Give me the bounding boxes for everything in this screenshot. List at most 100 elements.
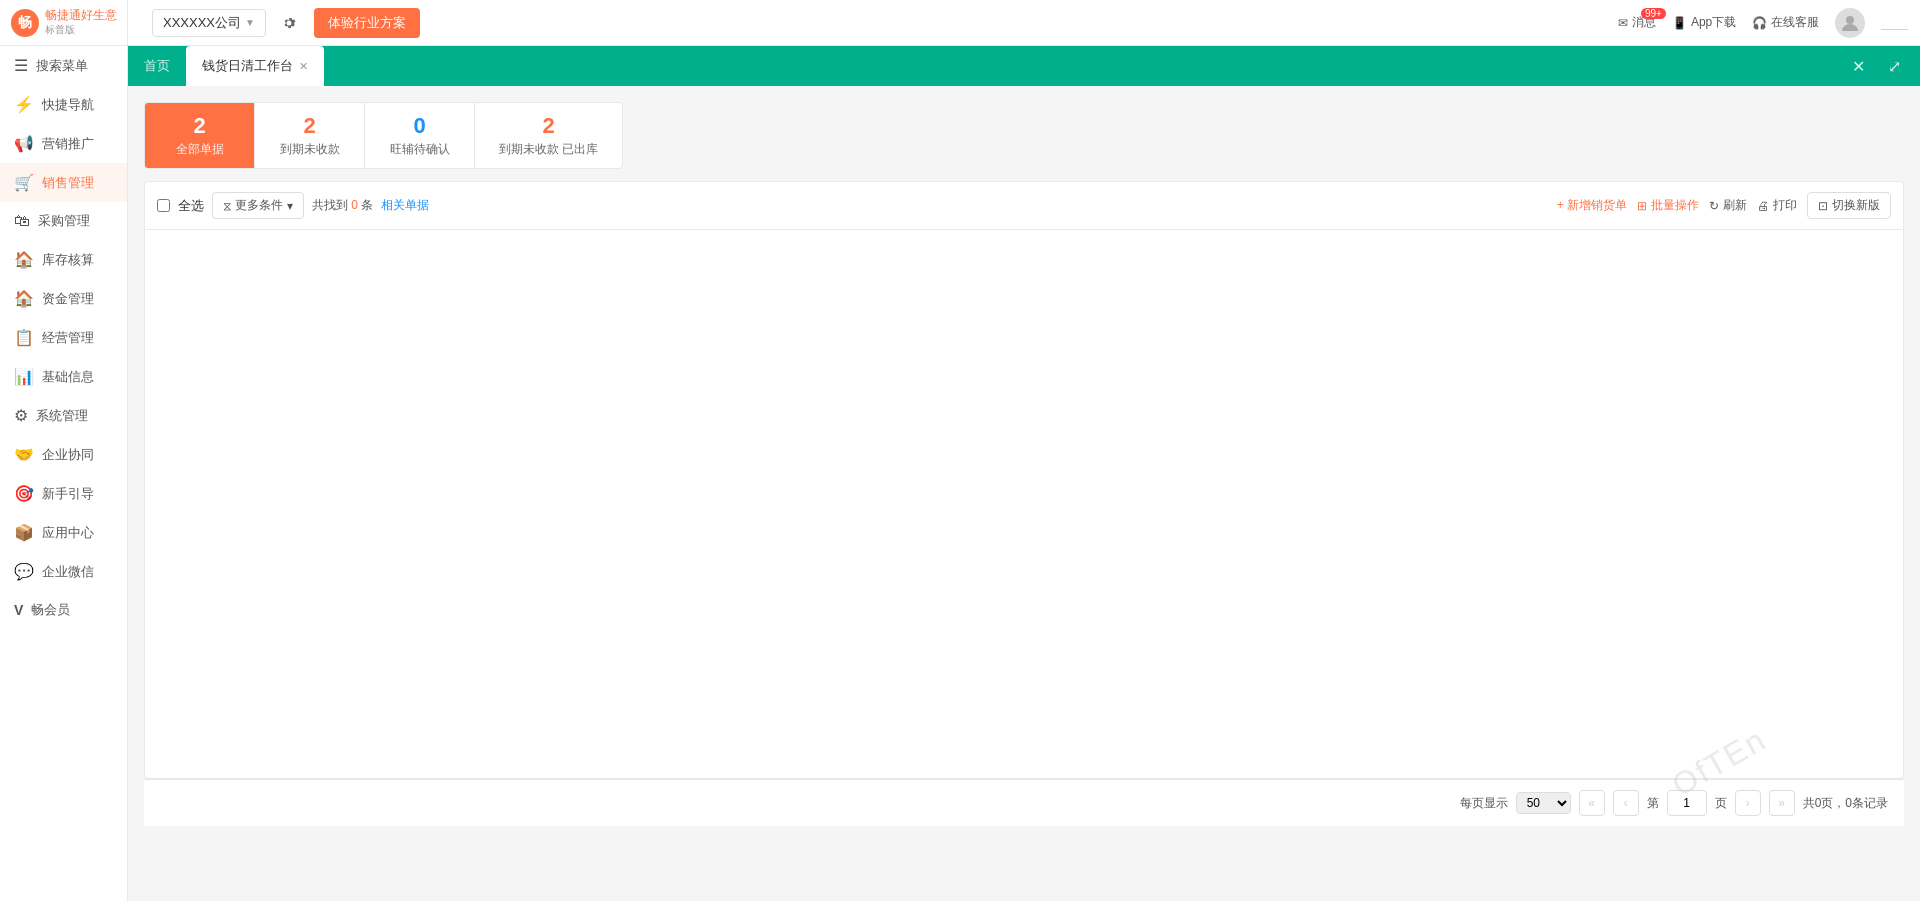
related-bills-label[interactable]: 相关单据 xyxy=(381,197,429,214)
search-menu-icon: ☰ xyxy=(14,56,28,75)
online-service-button[interactable]: 🎧 在线客服 xyxy=(1752,14,1819,31)
page-number-input[interactable] xyxy=(1667,790,1707,816)
marketing-icon: 📢 xyxy=(14,134,34,153)
sidebar-item-label: 企业协同 xyxy=(42,446,94,464)
sidebar: 畅 畅捷通好生意 标普版 ☰ 搜索菜单 ⚡ 快捷导航 📢 营销推广 🛒 销售管理… xyxy=(0,0,128,901)
toolbar-right: + 新增销货单 ⊞ 批量操作 ↻ 刷新 🖨 打印 ⊡ 切换新版 xyxy=(1553,192,1891,219)
sidebar-item-label: 基础信息 xyxy=(42,368,94,386)
sidebar-item-marketing[interactable]: 📢 营销推广 xyxy=(0,124,127,163)
trial-button[interactable]: 体验行业方案 xyxy=(314,8,420,38)
app-download-button[interactable]: 📱 App下载 xyxy=(1672,14,1736,31)
logo-line1: 畅捷通好生意 xyxy=(45,8,117,24)
sidebar-item-label: 库存核算 xyxy=(42,251,94,269)
top-bar: XXXXXX公司 ▼ 体验行业方案 ✉ 消息 99+ 📱 App下载 🎧 在线客… xyxy=(0,0,1920,46)
last-page-button[interactable]: » xyxy=(1769,790,1795,816)
logo-icon: 畅 xyxy=(11,9,39,37)
refresh-button[interactable]: ↻ 刷新 xyxy=(1709,197,1747,214)
page-label: 第 xyxy=(1647,795,1659,812)
user-name[interactable]: ____ xyxy=(1881,16,1908,30)
prev-page-button[interactable]: ‹ xyxy=(1613,790,1639,816)
logo-text-area: 畅捷通好生意 标普版 xyxy=(45,8,117,38)
avatar[interactable] xyxy=(1835,8,1865,38)
first-page-button[interactable]: « xyxy=(1579,790,1605,816)
sidebar-item-quick-nav[interactable]: ⚡ 快捷导航 xyxy=(0,85,127,124)
company-selector[interactable]: XXXXXX公司 ▼ xyxy=(152,9,266,37)
tab-close-window-icon[interactable]: ✕ xyxy=(1844,52,1872,80)
pagination: 每页显示 50 10 20 100 « ‹ 第 页 › » 共0页，0条记录 xyxy=(144,779,1904,826)
table-empty-message xyxy=(145,230,1903,730)
app-center-icon: 📦 xyxy=(14,523,34,542)
sidebar-item-basic-info[interactable]: 📊 基础信息 xyxy=(0,357,127,396)
page-unit: 页 xyxy=(1715,795,1727,812)
basic-info-icon: 📊 xyxy=(14,367,34,386)
select-all-checkbox[interactable] xyxy=(157,199,170,212)
more-filter-button[interactable]: ⧖ 更多条件 ▾ xyxy=(212,192,304,219)
found-count: 0 xyxy=(351,198,358,212)
sidebar-item-operations[interactable]: 📋 经营管理 xyxy=(0,318,127,357)
tab-cash-work-label: 钱货日清工作台 xyxy=(202,57,293,75)
sidebar-item-label: 经营管理 xyxy=(42,329,94,347)
sidebar-item-finance[interactable]: 🏠 资金管理 xyxy=(0,279,127,318)
sidebar-item-search-menu[interactable]: ☰ 搜索菜单 xyxy=(0,46,127,85)
app-download-label: App下载 xyxy=(1691,14,1736,31)
stat-tab-overdue-unpaid[interactable]: 2 到期未收款 xyxy=(255,103,365,168)
sidebar-item-label: 采购管理 xyxy=(38,212,90,230)
finance-icon: 🏠 xyxy=(14,289,34,308)
messages-badge: 99+ xyxy=(1641,8,1666,19)
logo-line2: 标普版 xyxy=(45,23,117,37)
enterprise-icon: 🤝 xyxy=(14,445,34,464)
print-button[interactable]: 🖨 打印 xyxy=(1757,197,1797,214)
sidebar-item-wechat-biz[interactable]: 💬 企业微信 xyxy=(0,552,127,591)
tab-close-icon[interactable]: ✕ xyxy=(299,61,308,72)
member-icon: V xyxy=(14,602,23,618)
stat-unshipped-num: 2 xyxy=(499,113,598,139)
sidebar-item-label: 畅会员 xyxy=(31,601,70,619)
tab-maximize-icon[interactable]: ⤢ xyxy=(1880,52,1908,80)
select-all-label: 全选 xyxy=(178,197,204,215)
settings-button[interactable] xyxy=(274,8,304,38)
stat-all-label: 全部单据 xyxy=(169,141,230,158)
stat-unshipped-label: 到期未收款 已出库 xyxy=(499,141,598,158)
svg-point-0 xyxy=(1846,16,1854,24)
toolbar: 全选 ⧖ 更多条件 ▾ 共找到 0 条 相关单据 + 新增销货单 ⊞ 批量操作 xyxy=(144,181,1904,229)
page-size-label: 每页显示 xyxy=(1460,795,1508,812)
switch-icon: ⊡ xyxy=(1818,199,1828,213)
tab-home[interactable]: 首页 xyxy=(128,46,186,86)
main-content: 2 全部单据 2 到期未收款 0 旺辅待确认 2 到期未收款 已出库 全选 ⧖ … xyxy=(128,86,1920,901)
sidebar-item-enterprise[interactable]: 🤝 企业协同 xyxy=(0,435,127,474)
stat-overdue-num: 2 xyxy=(279,113,340,139)
page-size-select[interactable]: 50 10 20 100 xyxy=(1516,792,1571,814)
refresh-icon: ↻ xyxy=(1709,199,1719,213)
add-sale-button[interactable]: + 新增销货单 xyxy=(1553,197,1627,214)
tab-cash-work[interactable]: 钱货日清工作台 ✕ xyxy=(186,46,324,86)
operations-icon: 📋 xyxy=(14,328,34,347)
sidebar-item-sys-mgmt[interactable]: ⚙ 系统管理 xyxy=(0,396,127,435)
sidebar-item-member[interactable]: V 畅会员 xyxy=(0,591,127,629)
sidebar-item-sales-mgmt[interactable]: 🛒 销售管理 xyxy=(0,163,127,202)
sidebar-item-app-center[interactable]: 📦 应用中心 xyxy=(0,513,127,552)
sidebar-item-label: 搜索菜单 xyxy=(36,57,88,75)
messages-button[interactable]: ✉ 消息 99+ xyxy=(1618,14,1656,31)
switch-new-button[interactable]: ⊡ 切换新版 xyxy=(1807,192,1891,219)
stats-tabs: 2 全部单据 2 到期未收款 0 旺辅待确认 2 到期未收款 已出库 xyxy=(144,102,623,169)
batch-op-button[interactable]: ⊞ 批量操作 xyxy=(1637,197,1699,214)
stat-tab-overdue-unshipped[interactable]: 2 到期未收款 已出库 xyxy=(475,103,622,168)
sidebar-item-purchase-mgmt[interactable]: 🛍 采购管理 xyxy=(0,202,127,240)
table-area xyxy=(144,229,1904,779)
stat-pending-num: 0 xyxy=(389,113,450,139)
service-icon: 🎧 xyxy=(1752,16,1767,30)
tab-bar-right: ✕ ⤢ xyxy=(1844,52,1920,80)
sidebar-item-guide[interactable]: 🎯 新手引导 xyxy=(0,474,127,513)
stat-tab-all[interactable]: 2 全部单据 xyxy=(145,103,255,168)
stat-tab-pending-confirm[interactable]: 0 旺辅待确认 xyxy=(365,103,475,168)
quick-nav-icon: ⚡ xyxy=(14,95,34,114)
sidebar-item-inventory[interactable]: 🏠 库存核算 xyxy=(0,240,127,279)
batch-icon: ⊞ xyxy=(1637,199,1647,213)
found-text: 共找到 0 条 xyxy=(312,197,373,214)
tab-bar: 首页 钱货日清工作台 ✕ ✕ ⤢ xyxy=(128,46,1920,86)
sidebar-item-label: 新手引导 xyxy=(42,485,94,503)
inventory-icon: 🏠 xyxy=(14,250,34,269)
next-page-button[interactable]: › xyxy=(1735,790,1761,816)
chevron-down-icon: ▼ xyxy=(245,17,255,28)
total-info: 共0页，0条记录 xyxy=(1803,795,1888,812)
